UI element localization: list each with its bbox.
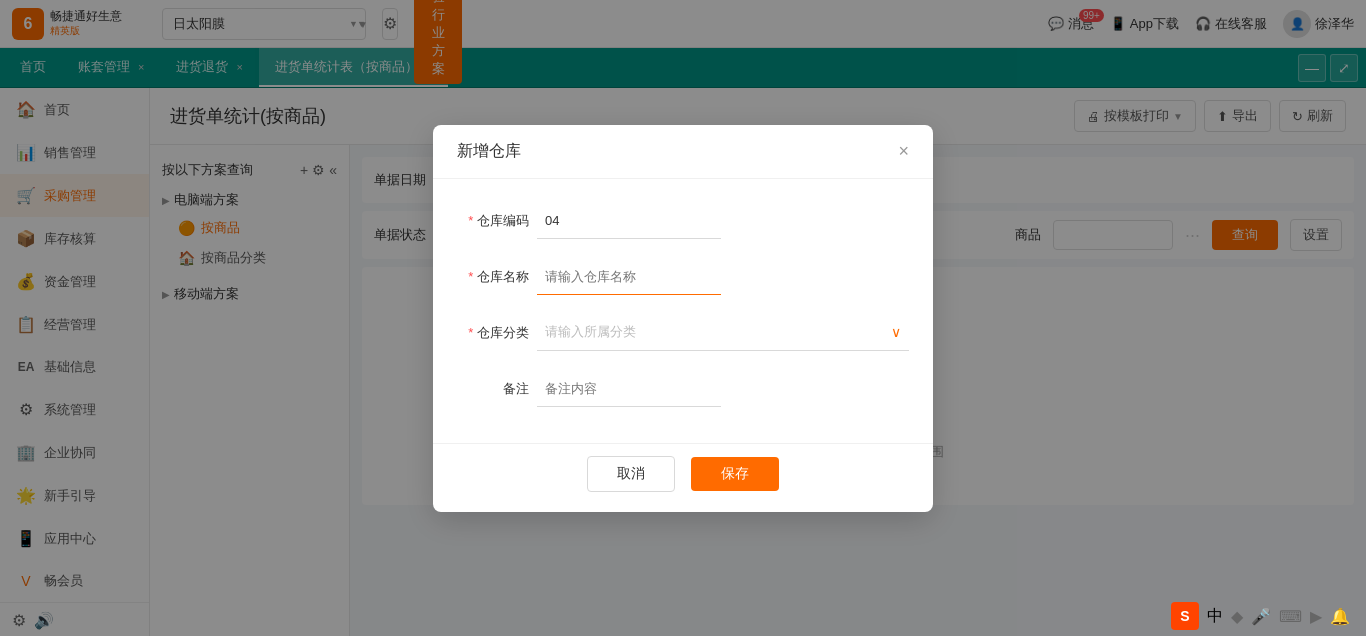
warehouse-note-input[interactable] (537, 371, 721, 407)
cancel-button[interactable]: 取消 (587, 456, 675, 492)
category-dropdown-icon: ∨ (891, 324, 901, 340)
bottom-bar: S 中 ◆ 🎤 ⌨ ▶ 🔔 (1155, 596, 1366, 636)
keyboard-icon[interactable]: ⌨ (1279, 607, 1302, 626)
chinese-input-icon[interactable]: 中 (1207, 606, 1223, 627)
microphone-icon[interactable]: 🎤 (1251, 607, 1271, 626)
warehouse-name-input[interactable] (537, 259, 721, 295)
dialog-title: 新增仓库 (457, 141, 521, 162)
add-warehouse-dialog: 新增仓库 × 仓库编码 仓库名称 (433, 125, 933, 512)
dialog-body: 仓库编码 仓库名称 仓库分类 (433, 179, 933, 443)
notification-icon[interactable]: 🔔 (1330, 607, 1350, 626)
warehouse-category-label: 仓库分类 (457, 324, 537, 342)
diamond-icon[interactable]: ◆ (1231, 607, 1243, 626)
warehouse-category-select[interactable]: 请输入所属分类 ∨ (537, 315, 909, 351)
dialog-footer: 取消 保存 (433, 443, 933, 512)
warehouse-category-row: 仓库分类 请输入所属分类 ∨ (457, 315, 909, 351)
dialog-close-btn[interactable]: × (898, 142, 909, 160)
warehouse-note-row: 备注 (457, 371, 909, 407)
warehouse-code-row: 仓库编码 (457, 203, 909, 239)
warehouse-name-row: 仓库名称 (457, 259, 909, 295)
warehouse-note-label: 备注 (457, 380, 537, 398)
brand-bottom-icon: S (1171, 602, 1199, 630)
save-button[interactable]: 保存 (691, 457, 779, 491)
play-icon[interactable]: ▶ (1310, 607, 1322, 626)
warehouse-code-label: 仓库编码 (457, 212, 537, 230)
dialog-header: 新增仓库 × (433, 125, 933, 179)
warehouse-code-input[interactable] (537, 203, 721, 239)
warehouse-name-label: 仓库名称 (457, 268, 537, 286)
dialog-overlay[interactable]: 新增仓库 × 仓库编码 仓库名称 (0, 0, 1366, 636)
